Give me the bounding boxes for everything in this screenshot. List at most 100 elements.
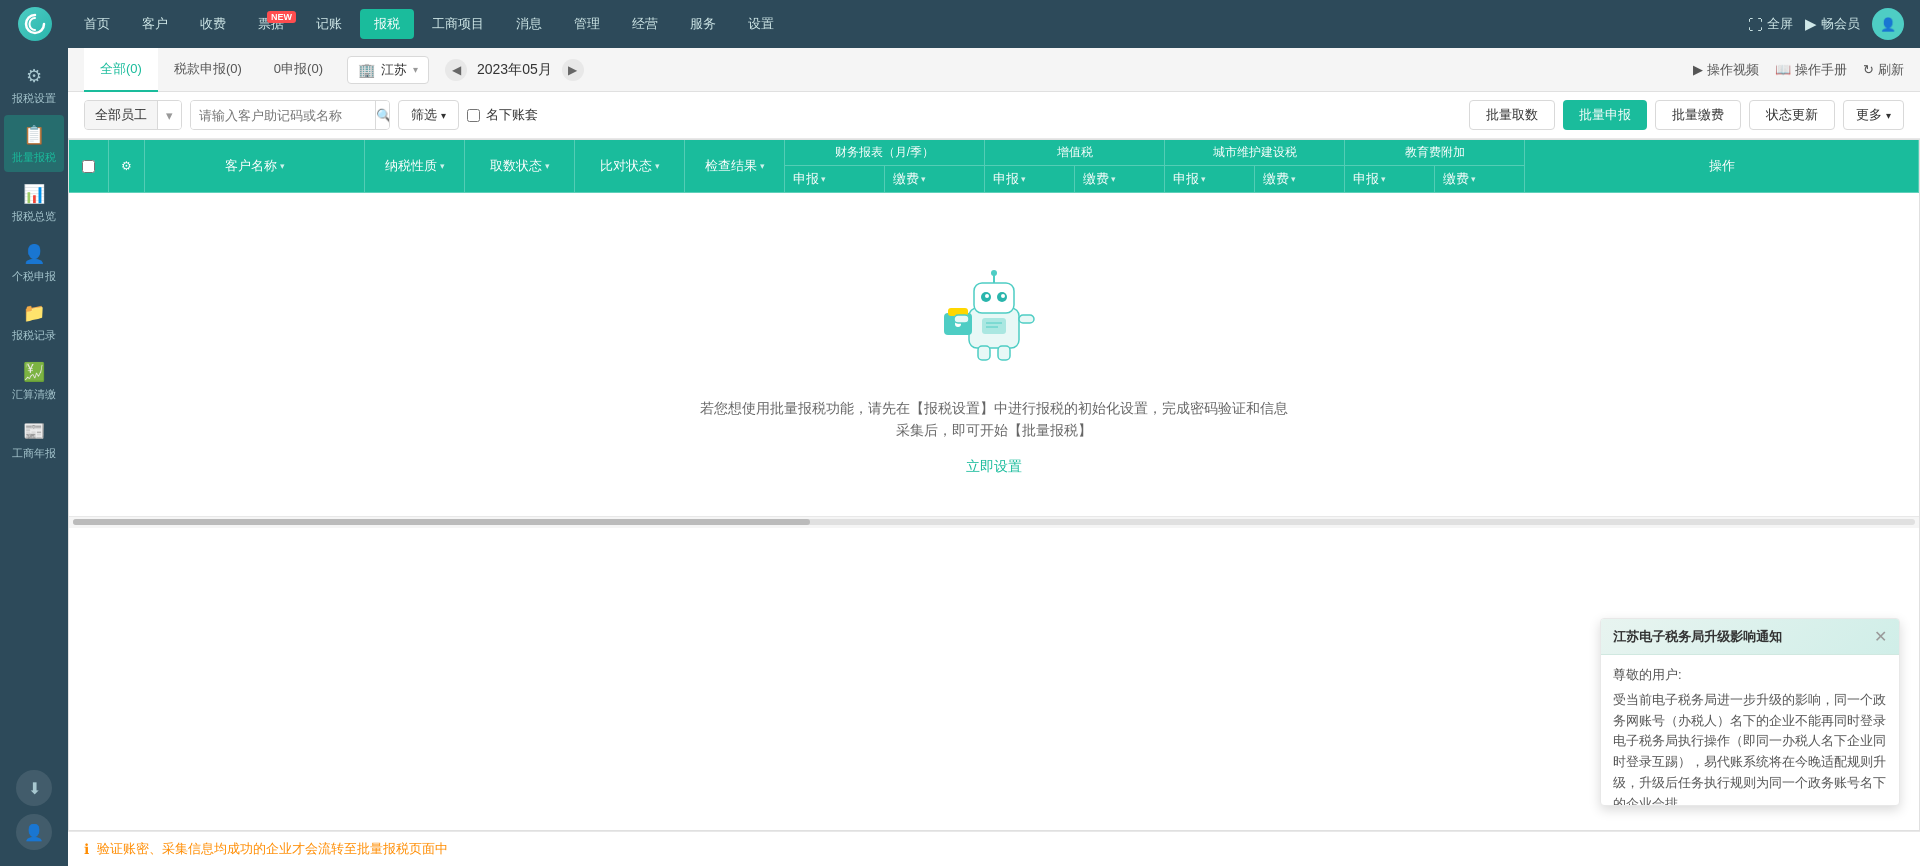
th-city-build-subs: 申报 ▾ 缴费 ▾	[1165, 166, 1344, 192]
logo[interactable]	[10, 4, 60, 44]
nav-message[interactable]: 消息	[502, 9, 556, 39]
user-avatar[interactable]: 👤	[1872, 8, 1904, 40]
employee-select[interactable]: 全部员工 ▾	[84, 100, 182, 130]
select-all-checkbox[interactable]	[82, 160, 95, 173]
batch-pay-btn[interactable]: 批量缴费	[1655, 100, 1741, 130]
sidebar-bottom: ⬇ 👤	[16, 770, 52, 858]
th-financial-declare: 申报 ▾	[785, 166, 885, 192]
notification-close-btn[interactable]: ✕	[1874, 627, 1887, 646]
svg-point-4	[985, 294, 989, 298]
sidebar-item-batch-tax[interactable]: 📋 批量报税	[4, 115, 64, 172]
nav-home[interactable]: 首页	[70, 9, 124, 39]
vat-pay-filter-icon[interactable]: ▾	[1111, 174, 1116, 184]
fullscreen-btn[interactable]: ⛶ 全屏	[1748, 15, 1793, 33]
check-result-filter-icon[interactable]: ▾	[760, 161, 765, 171]
th-vat-declare: 申报 ▾	[985, 166, 1075, 192]
city-build-pay-filter-icon[interactable]: ▾	[1291, 174, 1296, 184]
province-label: 江苏	[381, 61, 407, 79]
fetch-status-filter-icon[interactable]: ▾	[545, 161, 550, 171]
sidebar-item-tax-overview[interactable]: 📊 报税总览	[4, 174, 64, 231]
sidebar-item-personal-tax[interactable]: 👤 个税申报	[4, 234, 64, 291]
date-nav: ◀ 2023年05月 ▶	[445, 59, 584, 81]
table-header-row1: ⚙ 客户名称 ▾ 纳税性质 ▾ 取数状态 ▾ 比对状态 ▾	[69, 140, 1919, 193]
nav-billing[interactable]: 收费	[186, 9, 240, 39]
sidebar-user-btn[interactable]: 👤	[16, 814, 52, 850]
member-btn[interactable]: ▶ 畅会员	[1805, 15, 1860, 33]
nav-business[interactable]: 工商项目	[418, 9, 498, 39]
setup-link[interactable]: 立即设置	[966, 458, 1022, 476]
filter-button[interactable]: 筛选 ▾	[398, 100, 459, 130]
sidebar-item-tax-records[interactable]: 📁 报税记录	[4, 293, 64, 350]
province-selector[interactable]: 🏢 江苏 ▾	[347, 56, 429, 84]
th-financial-title: 财务报表（月/季）	[785, 140, 984, 166]
horizontal-scrollbar[interactable]	[69, 516, 1919, 528]
nav-service[interactable]: 服务	[676, 9, 730, 39]
top-nav-right: ⛶ 全屏 ▶ 畅会员 👤	[1748, 8, 1920, 40]
th-city-build-declare: 申报 ▾	[1165, 166, 1255, 192]
th-gear[interactable]: ⚙	[109, 140, 145, 192]
sidebar-item-tax-settings[interactable]: ⚙ 报税设置	[4, 56, 64, 113]
name-filter-icon[interactable]: ▾	[280, 161, 285, 171]
nav-accounting[interactable]: 记账	[302, 9, 356, 39]
financial-declare-filter-icon[interactable]: ▾	[821, 174, 826, 184]
th-vat-title: 增值税	[985, 140, 1164, 166]
vat-declare-filter-icon[interactable]: ▾	[1021, 174, 1026, 184]
th-group-vat: 增值税 申报 ▾ 缴费 ▾	[985, 140, 1165, 192]
nav-settings[interactable]: 设置	[734, 9, 788, 39]
checkbox-label-account[interactable]: 名下账套	[467, 106, 538, 124]
edu-pay-filter-icon[interactable]: ▾	[1471, 174, 1476, 184]
sidebar-item-annual-report[interactable]: 📰 工商年报	[4, 411, 64, 468]
svg-rect-1	[974, 283, 1014, 313]
notification-title: 江苏电子税务局升级影响通知	[1613, 628, 1782, 646]
top-nav: 首页 客户 收费 票据 NEW 记账 报税 工商项目 消息 管理 经营 服务 设…	[0, 0, 1920, 48]
status-bar: ℹ 验证账密、采集信息均成功的企业才会流转至批量报税页面中	[68, 831, 1920, 866]
refresh-action[interactable]: ↻ 刷新	[1863, 61, 1904, 79]
th-vat-subs: 申报 ▾ 缴费 ▾	[985, 166, 1164, 192]
video-icon: ▶	[1693, 62, 1703, 77]
search-button[interactable]: 🔍	[375, 101, 390, 129]
tab-tax-declare[interactable]: 税款申报 (0)	[158, 48, 258, 92]
th-group-city-build: 城市维护建设税 申报 ▾ 缴费 ▾	[1165, 140, 1345, 192]
video-action[interactable]: ▶ 操作视频	[1693, 61, 1759, 79]
city-build-declare-filter-icon[interactable]: ▾	[1201, 174, 1206, 184]
nav-invoice[interactable]: 票据 NEW	[244, 9, 298, 39]
sidebar-label-tax-settings: 报税设置	[12, 92, 56, 105]
status-update-btn[interactable]: 状态更新	[1749, 100, 1835, 130]
th-checkbox	[69, 140, 109, 192]
nav-manage[interactable]: 管理	[560, 9, 614, 39]
date-display: 2023年05月	[477, 61, 552, 79]
search-input[interactable]	[191, 101, 375, 129]
svg-rect-15	[982, 318, 1006, 334]
batch-fetch-btn[interactable]: 批量取数	[1469, 100, 1555, 130]
province-icon: 🏢	[358, 62, 375, 78]
th-tax-nature: 纳税性质 ▾	[365, 140, 465, 192]
th-edu-pay: 缴费 ▾	[1435, 166, 1525, 192]
financial-pay-filter-icon[interactable]: ▾	[921, 174, 926, 184]
manual-action[interactable]: 📖 操作手册	[1775, 61, 1847, 79]
date-next-btn[interactable]: ▶	[562, 59, 584, 81]
tab-bar-right-actions: ▶ 操作视频 📖 操作手册 ↻ 刷新	[1693, 61, 1904, 79]
tax-settings-icon: ⚙	[22, 64, 46, 88]
province-arrow-icon: ▾	[413, 64, 418, 75]
th-name: 客户名称 ▾	[145, 140, 365, 192]
sidebar: ⚙ 报税设置 📋 批量报税 📊 报税总览 👤 个税申报 📁 报税记录 💹 汇算清…	[0, 48, 68, 866]
more-btn[interactable]: 更多 ▾	[1843, 100, 1904, 130]
tab-all[interactable]: 全部 (0)	[84, 48, 158, 92]
sidebar-download-btn[interactable]: ⬇	[16, 770, 52, 806]
nav-operation[interactable]: 经营	[618, 9, 672, 39]
tax-nature-filter-icon[interactable]: ▾	[440, 161, 445, 171]
sidebar-item-settlement[interactable]: 💹 汇算清缴	[4, 352, 64, 409]
edu-declare-filter-icon[interactable]: ▾	[1381, 174, 1386, 184]
date-prev-btn[interactable]: ◀	[445, 59, 467, 81]
compare-status-filter-icon[interactable]: ▾	[655, 161, 660, 171]
invoice-badge: NEW	[267, 11, 296, 23]
notification-text: 受当前电子税务局进一步升级的影响，同一个政务网账号（办税人）名下的企业不能再同时…	[1613, 690, 1887, 805]
avatar-icon: 👤	[1880, 17, 1896, 32]
tab-zero-declare[interactable]: 0申报 (0)	[258, 48, 339, 92]
account-checkbox[interactable]	[467, 109, 480, 122]
notification-header: 江苏电子税务局升级影响通知 ✕	[1601, 619, 1899, 655]
nav-customer[interactable]: 客户	[128, 9, 182, 39]
employee-select-arrow-icon[interactable]: ▾	[158, 101, 181, 129]
batch-declare-btn[interactable]: 批量申报	[1563, 100, 1647, 130]
nav-tax[interactable]: 报税	[360, 9, 414, 39]
